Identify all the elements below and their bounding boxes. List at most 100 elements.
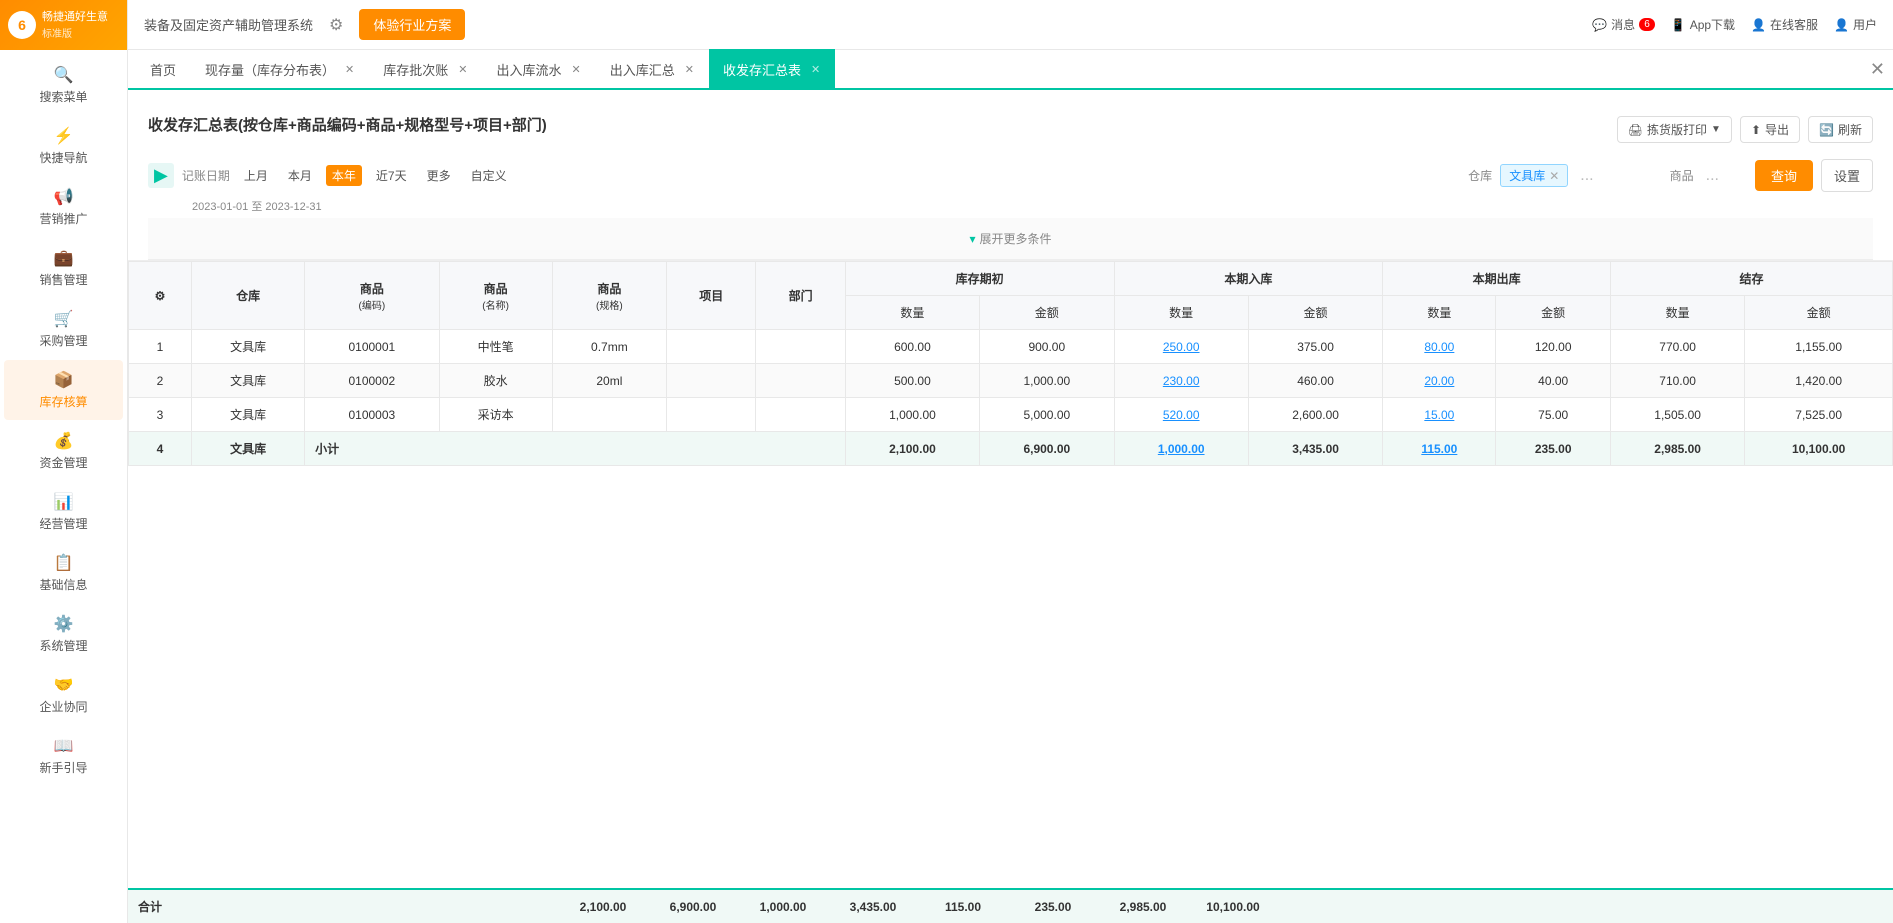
cell-name: 胶水 xyxy=(439,364,552,398)
tab-close-inout_summary[interactable]: ✕ xyxy=(685,63,694,76)
online-service-label: 在线客服 xyxy=(1770,16,1818,33)
user-label: 用户 xyxy=(1853,16,1877,33)
cell-open-qty: 1,000.00 xyxy=(845,398,979,432)
cell-spec: 20ml xyxy=(552,364,666,398)
tab-inout_flow[interactable]: 出入库流水✕ xyxy=(482,49,595,89)
cell-name: 中性笔 xyxy=(439,330,552,364)
content-area: ⚙ 仓库 商品(编码) 商品(名称) 商品(规格) 项目 部门 库存期初 本期入… xyxy=(128,261,1893,923)
sidebar-item-system[interactable]: ⚙️系统管理 xyxy=(4,604,123,664)
sidebar-item-label: 基础信息 xyxy=(39,576,87,593)
cell-out-qty[interactable]: 80.00 xyxy=(1383,330,1496,364)
refresh-button[interactable]: 🔄 刷新 xyxy=(1808,116,1873,143)
print-icon: 🖨 xyxy=(1628,123,1643,137)
cell-in-qty[interactable]: 520.00 xyxy=(1114,398,1248,432)
system-icon: ⚙️ xyxy=(54,614,74,634)
date-this-year[interactable]: 本年 xyxy=(326,165,362,186)
message-action[interactable]: 💬 消息 6 xyxy=(1592,16,1655,33)
service-icon: 👤 xyxy=(1751,18,1766,32)
trial-button[interactable]: 体验行业方案 xyxy=(359,9,465,40)
cell-code: 0100003 xyxy=(305,398,439,432)
sidebar-item-finance[interactable]: 💰资金管理 xyxy=(4,421,123,481)
finance-icon: 💰 xyxy=(54,431,74,451)
footer-open-qty: 2,100.00 xyxy=(558,900,648,914)
footer-bal-amt: 10,100.00 xyxy=(1188,900,1278,914)
sidebar-item-marketing[interactable]: 📢营销推广 xyxy=(4,177,123,237)
goods-more-icon[interactable]: ... xyxy=(1706,167,1719,185)
cell-warehouse: 文具库 xyxy=(192,364,305,398)
sidebar-item-collab[interactable]: 🤝企业协同 xyxy=(4,665,123,725)
tab-recv_send_summary[interactable]: 收发存汇总表✕ xyxy=(709,49,835,89)
sidebar-item-quick[interactable]: ⚡快捷导航 xyxy=(4,116,123,176)
warehouse-filter-label: 仓库 xyxy=(1468,167,1492,184)
col-in-qty: 数量 xyxy=(1114,296,1248,330)
query-button[interactable]: 查询 xyxy=(1755,160,1813,191)
filter-toggle-icon[interactable]: ▶ xyxy=(148,163,174,188)
col-open-amt: 金额 xyxy=(980,296,1114,330)
date-this-month[interactable]: 本月 xyxy=(282,165,318,186)
subtotal-open-qty: 2,100.00 xyxy=(845,432,979,466)
expand-more-btn[interactable]: ▾ 展开更多条件 xyxy=(961,226,1059,251)
goods-filter-label: 商品 xyxy=(1670,167,1694,184)
setting-button[interactable]: 设置 xyxy=(1821,159,1873,192)
cell-code: 0100001 xyxy=(305,330,439,364)
topbar-gear-icon[interactable]: ⚙ xyxy=(329,15,343,35)
cell-in-qty[interactable]: 250.00 xyxy=(1114,330,1248,364)
col-in-amt: 金额 xyxy=(1248,296,1382,330)
subtotal-bal-qty: 2,985.00 xyxy=(1610,432,1744,466)
message-badge: 6 xyxy=(1639,18,1655,31)
sidebar-item-label: 经营管理 xyxy=(39,515,87,532)
date-more[interactable]: 更多 xyxy=(421,165,457,186)
subtotal-out-qty[interactable]: 115.00 xyxy=(1383,432,1496,466)
warehouse-filter-tag[interactable]: 文具库 ✕ xyxy=(1500,164,1568,187)
cell-out-qty[interactable]: 15.00 xyxy=(1383,398,1496,432)
page-title: 收发存汇总表(按仓库+商品编码+商品+规格型号+项目+部门) xyxy=(148,114,547,135)
tab-home[interactable]: 首页 xyxy=(136,49,191,89)
sidebar-item-inventory[interactable]: 📦库存核算 xyxy=(4,360,123,420)
app-download-label: App下载 xyxy=(1690,16,1735,33)
tab-close-inout_flow[interactable]: ✕ xyxy=(572,63,581,76)
date-last-month[interactable]: 上月 xyxy=(238,165,274,186)
date-custom[interactable]: 自定义 xyxy=(465,165,513,186)
cell-open-qty: 500.00 xyxy=(845,364,979,398)
cell-bal-qty: 770.00 xyxy=(1610,330,1744,364)
operations-icon: 📊 xyxy=(54,492,74,512)
cell-in-amt: 375.00 xyxy=(1248,330,1382,364)
cell-bal-amt: 1,420.00 xyxy=(1745,364,1893,398)
sidebar-item-purchase[interactable]: 🛒采购管理 xyxy=(4,299,123,359)
online-service-action[interactable]: 👤 在线客服 xyxy=(1751,16,1818,33)
date-7days[interactable]: 近7天 xyxy=(370,165,413,186)
col-in-header: 本期入库 xyxy=(1114,262,1383,296)
tab-inout_summary[interactable]: 出入库汇总✕ xyxy=(596,49,709,89)
app-download-action[interactable]: 📱 App下载 xyxy=(1671,16,1735,33)
col-settings[interactable]: ⚙ xyxy=(129,262,192,330)
cell-out-qty[interactable]: 20.00 xyxy=(1383,364,1496,398)
sidebar-item-base[interactable]: 📋基础信息 xyxy=(4,543,123,603)
guide-icon: 📖 xyxy=(54,736,74,756)
col-bal-amt: 金额 xyxy=(1745,296,1893,330)
print-button[interactable]: 🖨 拣货版打印 ▼ xyxy=(1617,116,1732,143)
export-button[interactable]: ⬆ 导出 xyxy=(1740,116,1800,143)
tab-close-recv_send_summary[interactable]: ✕ xyxy=(811,63,820,76)
cell-project xyxy=(667,364,756,398)
sidebar-item-search[interactable]: 🔍搜索菜单 xyxy=(4,55,123,115)
footer-out-qty: 115.00 xyxy=(918,900,1008,914)
close-tab-icon[interactable]: ✕ xyxy=(1870,59,1885,80)
sidebar-item-sales[interactable]: 💼销售管理 xyxy=(4,238,123,298)
tab-close-batch[interactable]: ✕ xyxy=(458,63,467,76)
sidebar-item-operations[interactable]: 📊 经营管理 xyxy=(4,482,123,542)
collab-icon: 🤝 xyxy=(54,675,74,695)
sidebar-item-label: 营销推广 xyxy=(39,210,87,227)
tab-inventory_dist[interactable]: 现存量（库存分布表）✕ xyxy=(191,49,369,89)
warehouse-more-icon[interactable]: ... xyxy=(1580,167,1593,185)
warehouse-tag-remove[interactable]: ✕ xyxy=(1549,169,1559,183)
tab-close-inventory_dist[interactable]: ✕ xyxy=(345,63,354,76)
cell-project xyxy=(667,398,756,432)
cell-department xyxy=(756,398,845,432)
cell-in-qty[interactable]: 230.00 xyxy=(1114,364,1248,398)
table-subtotal-row: 4 文具库 小计 2,100.00 6,900.00 1,000.00 3,43… xyxy=(129,432,1893,466)
user-action[interactable]: 👤 用户 xyxy=(1834,16,1877,33)
cell-bal-amt: 1,155.00 xyxy=(1745,330,1893,364)
subtotal-in-qty[interactable]: 1,000.00 xyxy=(1114,432,1248,466)
sidebar-item-guide[interactable]: 📖新手引导 xyxy=(4,726,123,786)
tab-batch[interactable]: 库存批次账✕ xyxy=(369,49,482,89)
